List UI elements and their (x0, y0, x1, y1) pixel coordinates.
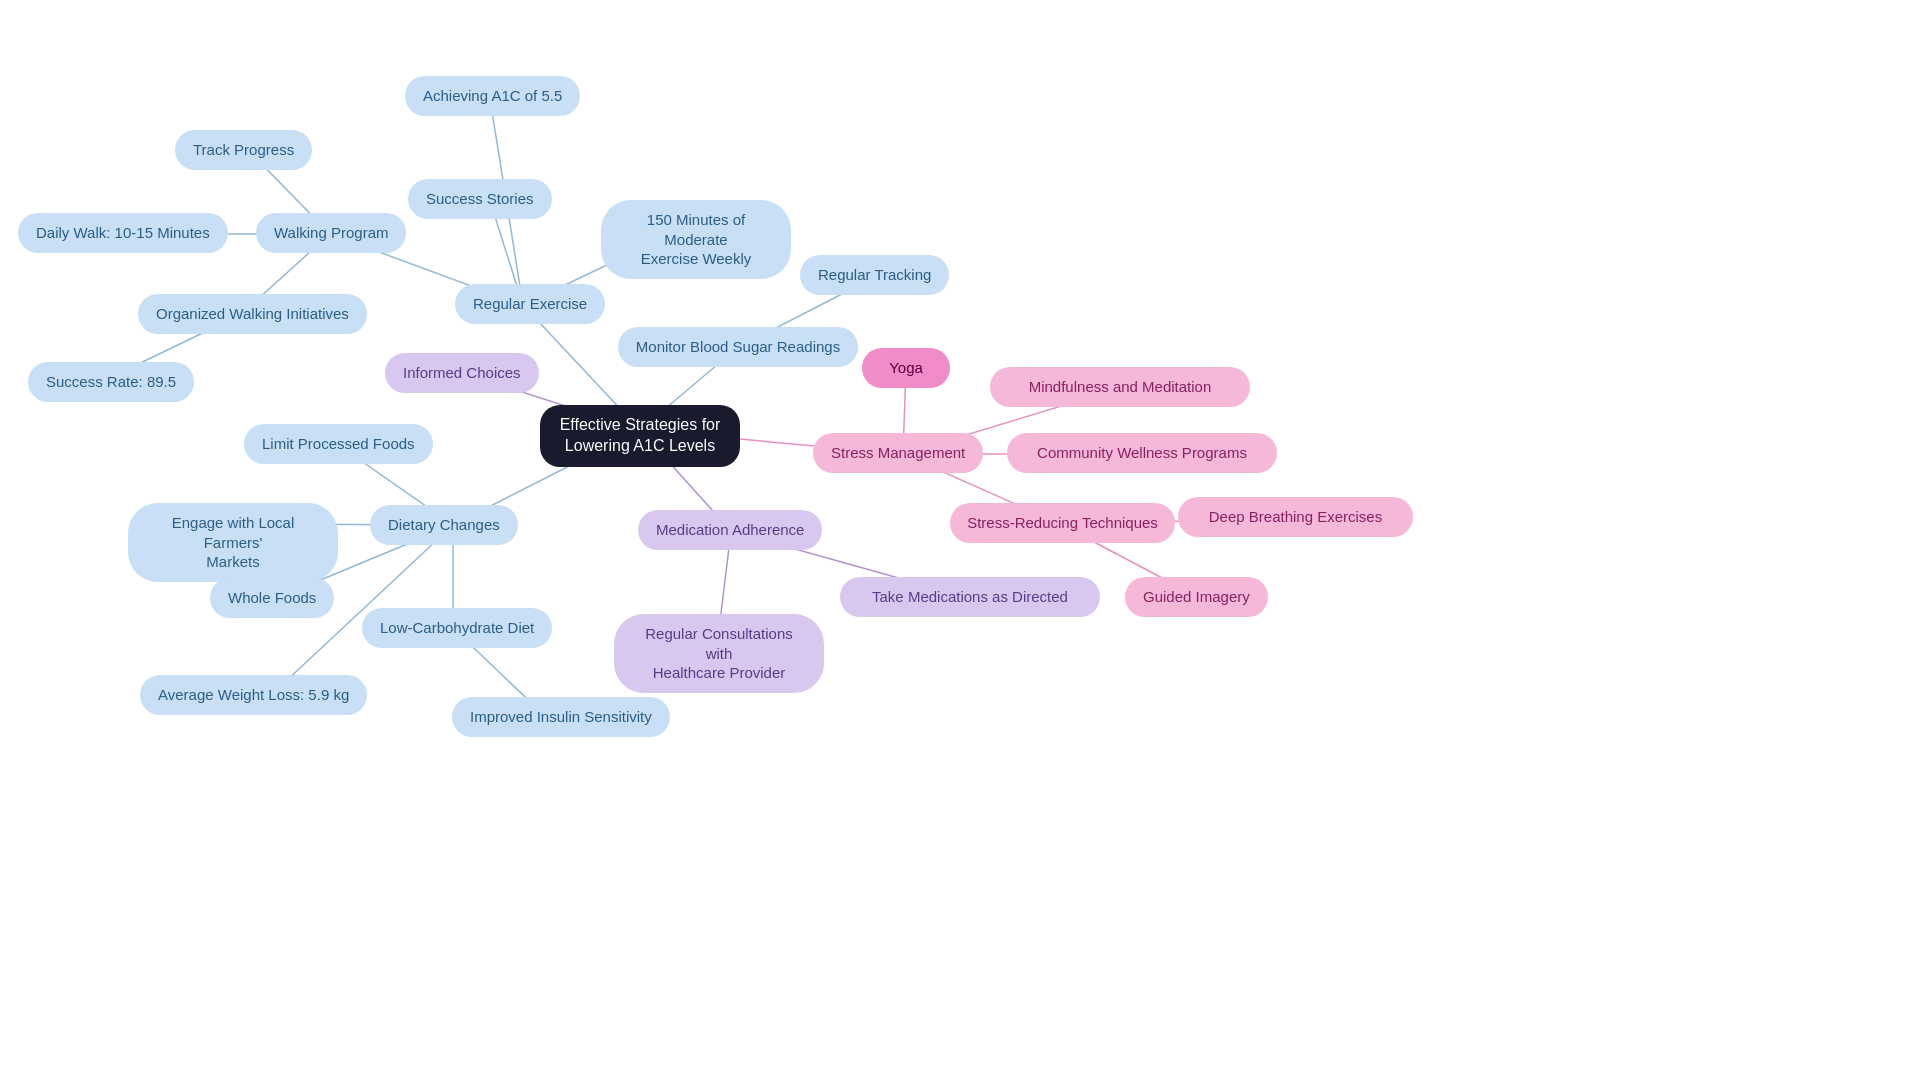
deep-breathing-label: Deep Breathing Exercises (1209, 507, 1382, 527)
stress-management-node: Stress Management (813, 433, 983, 473)
guided-imagery-node: Guided Imagery (1125, 577, 1268, 617)
success-stories-label: Success Stories (426, 189, 534, 209)
stress-reducing-label: Stress-Reducing Techniques (967, 513, 1158, 533)
center-node: Effective Strategies for Lowering A1C Le… (540, 405, 740, 467)
regular-exercise-label: Regular Exercise (473, 294, 587, 314)
informed-choices-node: Informed Choices (385, 353, 539, 393)
daily-walk-label: Daily Walk: 10-15 Minutes (36, 223, 210, 243)
organized-walking-label: Organized Walking Initiatives (156, 304, 349, 324)
community-wellness-node: Community Wellness Programs (1007, 433, 1277, 473)
regular-consultations-node: Regular Consultations withHealthcare Pro… (614, 614, 824, 693)
medication-adherence-label: Medication Adherence (656, 520, 804, 540)
yoga-node: Yoga (862, 348, 950, 388)
exercise-150-node: 150 Minutes of ModerateExercise Weekly (601, 200, 791, 279)
success-stories-node: Success Stories (408, 179, 552, 219)
low-carb-label: Low-Carbohydrate Diet (380, 618, 534, 638)
take-meds-label: Take Medications as Directed (872, 587, 1068, 607)
exercise-150-label: 150 Minutes of ModerateExercise Weekly (619, 210, 773, 269)
low-carb-node: Low-Carbohydrate Diet (362, 608, 552, 648)
dietary-changes-node: Dietary Changes (370, 505, 518, 545)
achieving-a1c-node: Achieving A1C of 5.5 (405, 76, 580, 116)
improved-insulin-node: Improved Insulin Sensitivity (452, 697, 670, 737)
medication-adherence-node: Medication Adherence (638, 510, 822, 550)
engage-farmers-label: Engage with Local Farmers'Markets (146, 513, 320, 572)
take-meds-node: Take Medications as Directed (840, 577, 1100, 617)
limit-processed-node: Limit Processed Foods (244, 424, 433, 464)
regular-tracking-node: Regular Tracking (800, 255, 949, 295)
daily-walk-node: Daily Walk: 10-15 Minutes (18, 213, 228, 253)
engage-farmers-node: Engage with Local Farmers'Markets (128, 503, 338, 582)
improved-insulin-label: Improved Insulin Sensitivity (470, 707, 652, 727)
dietary-changes-label: Dietary Changes (388, 515, 500, 535)
monitor-blood-label: Monitor Blood Sugar Readings (636, 337, 840, 357)
stress-reducing-node: Stress-Reducing Techniques (950, 503, 1175, 543)
track-progress-node: Track Progress (175, 130, 312, 170)
center-label: Effective Strategies for Lowering A1C Le… (558, 415, 722, 457)
informed-choices-label: Informed Choices (403, 363, 521, 383)
mindfulness-label: Mindfulness and Meditation (1029, 377, 1212, 397)
limit-processed-label: Limit Processed Foods (262, 434, 415, 454)
regular-tracking-label: Regular Tracking (818, 265, 931, 285)
success-rate-label: Success Rate: 89.5 (46, 372, 176, 392)
walking-program-node: Walking Program (256, 213, 406, 253)
whole-foods-label: Whole Foods (228, 588, 316, 608)
regular-exercise-node: Regular Exercise (455, 284, 605, 324)
track-progress-label: Track Progress (193, 140, 294, 160)
monitor-blood-node: Monitor Blood Sugar Readings (618, 327, 858, 367)
avg-weight-loss-node: Average Weight Loss: 5.9 kg (140, 675, 367, 715)
organized-walking-node: Organized Walking Initiatives (138, 294, 367, 334)
regular-consultations-label: Regular Consultations withHealthcare Pro… (632, 624, 806, 683)
mindfulness-node: Mindfulness and Meditation (990, 367, 1250, 407)
success-rate-node: Success Rate: 89.5 (28, 362, 194, 402)
deep-breathing-node: Deep Breathing Exercises (1178, 497, 1413, 537)
walking-program-label: Walking Program (274, 223, 388, 243)
stress-management-label: Stress Management (831, 443, 965, 463)
achieving-a1c-label: Achieving A1C of 5.5 (423, 86, 562, 106)
yoga-label: Yoga (889, 358, 923, 378)
community-wellness-label: Community Wellness Programs (1037, 443, 1247, 463)
whole-foods-node: Whole Foods (210, 578, 334, 618)
guided-imagery-label: Guided Imagery (1143, 587, 1250, 607)
avg-weight-loss-label: Average Weight Loss: 5.9 kg (158, 685, 349, 705)
